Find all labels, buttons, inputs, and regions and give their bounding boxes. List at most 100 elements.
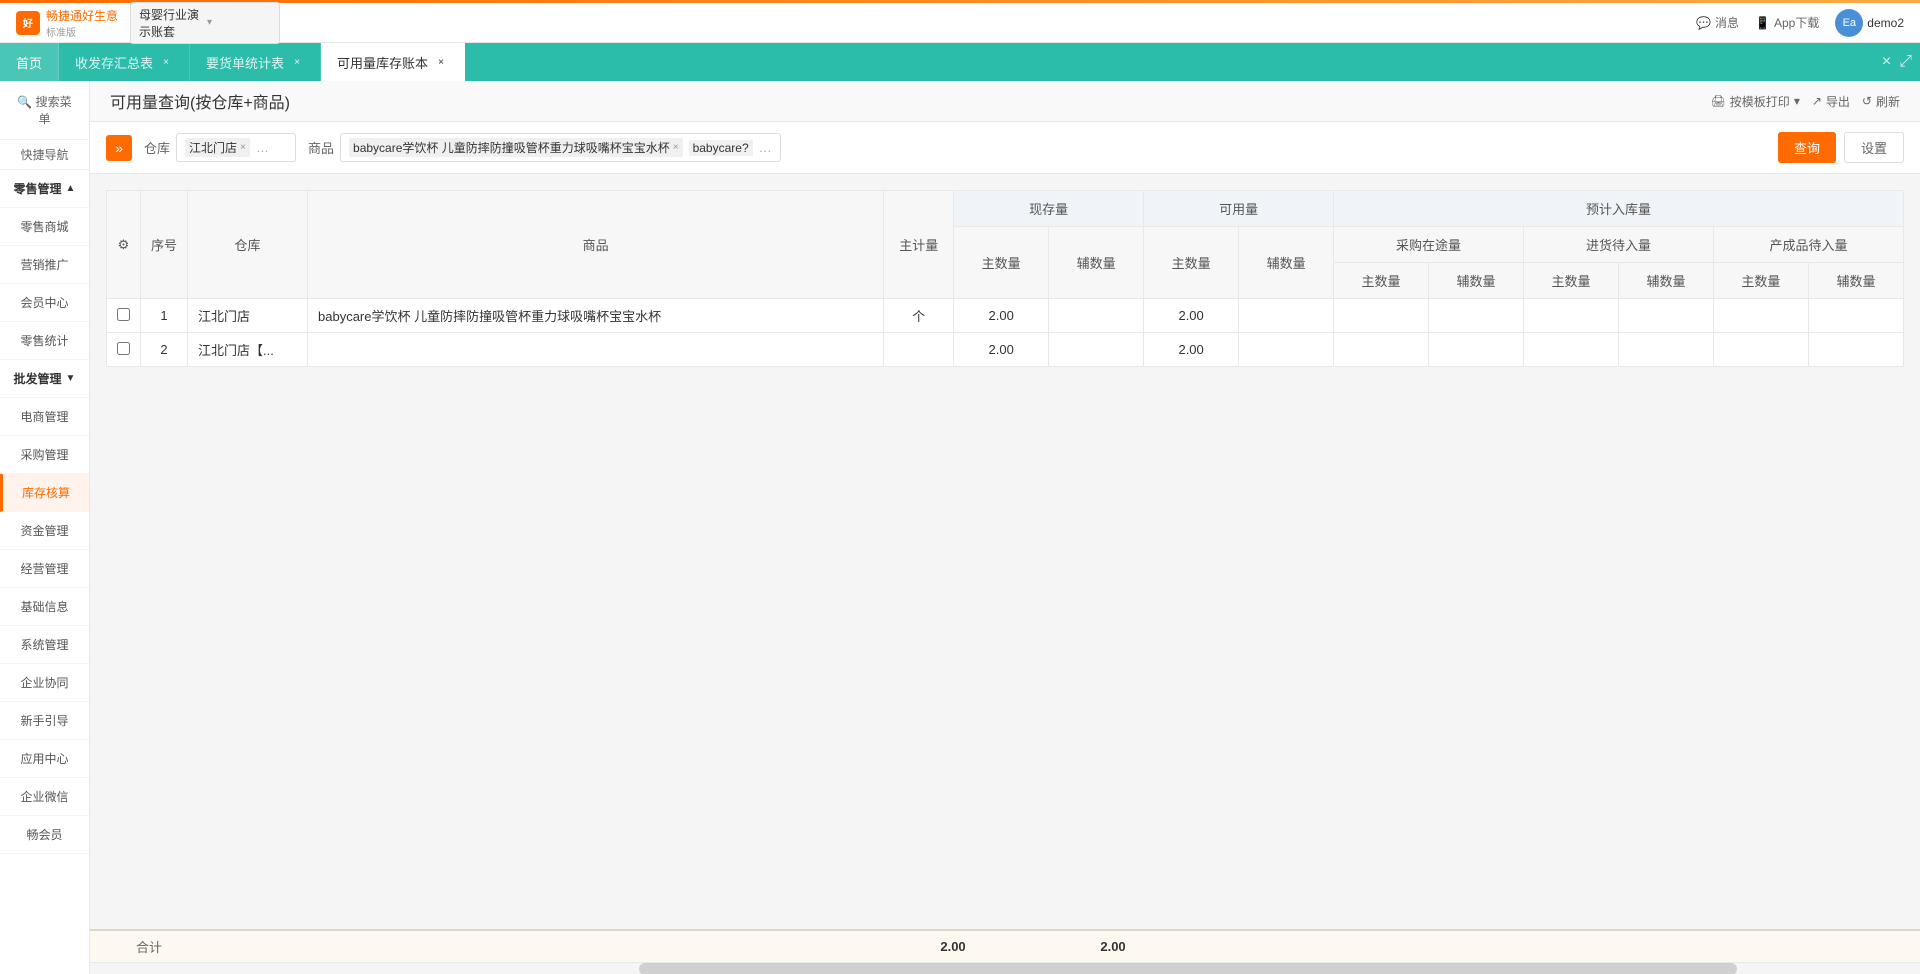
tab-available-close[interactable]: × <box>434 55 448 69</box>
tab-home-label: 首页 <box>16 53 42 72</box>
store-selector[interactable]: 母婴行业演示账套 ▾ <box>130 2 280 44</box>
row-product-main <box>1713 333 1808 367</box>
settings-btn[interactable]: 设置 <box>1844 132 1904 163</box>
close-all-tabs-btn[interactable]: × <box>1882 53 1891 71</box>
logo-sub: 标准版 <box>46 24 118 39</box>
warehouse-filter: 仓库 江北门店 × … <box>144 133 296 162</box>
filter-toggle-btn[interactable]: » <box>106 135 132 161</box>
sidebar-item-wholesale-mgmt[interactable]: 批发管理 ▼ <box>0 360 89 398</box>
row-stock-main: 2.00 <box>954 299 1049 333</box>
chevron-down-icon: ▾ <box>207 17 271 28</box>
row-product-main <box>1713 299 1808 333</box>
sidebar-search-area: 🔍 搜索菜单 <box>0 81 89 140</box>
sidebar-item-operations[interactable]: 经营管理 <box>0 550 89 588</box>
row-product-sub <box>1808 333 1903 367</box>
tab-receive-close[interactable]: × <box>159 55 173 69</box>
sidebar-item-purchase[interactable]: 采购管理 <box>0 436 89 474</box>
sidebar-item-new-guide-label: 新手引导 <box>20 712 68 729</box>
page-header: 可用量查询(按仓库+商品) 🖨 按模板打印 ▾ ↗ 导出 ↺ 刷新 <box>90 81 1920 122</box>
row-checkbox[interactable] <box>107 333 141 367</box>
nav-tabs: 首页 收发存汇总表 × 要货单统计表 × 可用量库存账本 × × ⤢ <box>0 43 1920 81</box>
tab-home[interactable]: 首页 <box>0 43 59 81</box>
user-profile[interactable]: Ea demo2 <box>1835 9 1904 37</box>
sidebar-item-vip-member-label: 畅会员 <box>26 826 62 843</box>
restore-btn[interactable]: ⤢ <box>1899 53 1912 71</box>
export-btn[interactable]: ↗ 导出 <box>1812 93 1850 110</box>
scrollbar[interactable] <box>90 962 1920 974</box>
sidebar-item-enterprise[interactable]: 企业协同 <box>0 664 89 702</box>
sidebar-item-ecommerce[interactable]: 电商管理 <box>0 398 89 436</box>
row-product: babycare学饮杯 儿童防摔防撞吸管杯重力球吸嘴杯宝宝水杯 <box>308 299 884 333</box>
warehouse-tag-remove[interactable]: × <box>240 142 246 153</box>
col-purchase-in-sub: 辅数量 <box>1618 263 1713 299</box>
col-settings[interactable]: ⚙ <box>107 191 141 299</box>
row-unit: 个 <box>884 299 954 333</box>
sidebar-item-new-guide[interactable]: 新手引导 <box>0 702 89 740</box>
row-purchase-in-main <box>1524 333 1619 367</box>
row-available-main: 2.00 <box>1144 333 1239 367</box>
sidebar-item-app-center-label: 应用中心 <box>20 750 68 767</box>
tab-available[interactable]: 可用量库存账本 × <box>321 43 465 81</box>
sidebar-item-members[interactable]: 会员中心 <box>0 284 89 322</box>
product-label: 商品 <box>308 138 334 157</box>
product-input[interactable]: babycare学饮杯 儿童防摔防撞吸管杯重力球吸嘴杯宝宝水杯 × babyca… <box>340 133 781 162</box>
tab-order-stats[interactable]: 要货单统计表 × <box>190 43 321 81</box>
sidebar-item-retail-mall[interactable]: 零售商城 <box>0 208 89 246</box>
chevron-down-icon: ▼ <box>66 373 76 384</box>
print-label: 按模板打印 <box>1730 93 1790 110</box>
tab-receive[interactable]: 收发存汇总表 × <box>59 43 190 81</box>
query-btn[interactable]: 查询 <box>1778 132 1836 163</box>
tab-available-label: 可用量库存账本 <box>337 53 428 72</box>
product-more[interactable]: … <box>759 140 772 155</box>
sidebar-item-finance-label: 资金管理 <box>20 522 68 539</box>
page-title: 可用量查询(按仓库+商品) <box>110 89 290 113</box>
sidebar-item-finance[interactable]: 资金管理 <box>0 512 89 550</box>
warehouse-more[interactable]: … <box>256 140 269 155</box>
row-available-sub <box>1239 299 1334 333</box>
col-purchase-transit-sub: 辅数量 <box>1429 263 1524 299</box>
row-available-sub <box>1239 333 1334 367</box>
logo-area: 好 畅捷通好生意 标准版 <box>16 7 118 39</box>
sidebar-item-purchase-label: 采购管理 <box>20 446 68 463</box>
app-download-btn[interactable]: 📱 App下载 <box>1755 14 1819 31</box>
search-menu-btn[interactable]: 🔍 搜索菜单 <box>8 89 81 131</box>
sidebar-item-system[interactable]: 系统管理 <box>0 626 89 664</box>
data-table: ⚙ 序号 仓库 商品 主计量 现存量 可用量 预计入库量 主数量 辅数量 主数量 <box>106 190 1904 367</box>
product-tag-1: babycare学饮杯 儿童防摔防撞吸管杯重力球吸嘴杯宝宝水杯 × <box>349 138 683 157</box>
product-filter: 商品 babycare学饮杯 儿童防摔防撞吸管杯重力球吸嘴杯宝宝水杯 × bab… <box>308 133 781 162</box>
print-btn[interactable]: 🖨 按模板打印 ▾ <box>1711 93 1800 110</box>
sidebar-item-marketing[interactable]: 营销推广 <box>0 246 89 284</box>
logo-text: 畅捷通好生意 <box>46 7 118 24</box>
download-label: App下载 <box>1774 14 1819 31</box>
quick-nav-btn[interactable]: 快捷导航 <box>0 140 89 170</box>
logo-info: 畅捷通好生意 标准版 <box>46 7 118 39</box>
product-tag-2: babycare? <box>689 140 753 156</box>
col-available-header: 可用量 <box>1144 191 1334 227</box>
sidebar-item-inventory[interactable]: 库存核算 <box>0 474 89 512</box>
sidebar-item-retail-stats[interactable]: 零售统计 <box>0 322 89 360</box>
tab-order-stats-close[interactable]: × <box>290 55 304 69</box>
row-purchase-sub <box>1429 333 1524 367</box>
warehouse-input[interactable]: 江北门店 × … <box>176 133 296 162</box>
sidebar-item-retail-mgmt[interactable]: 零售管理 ▲ <box>0 170 89 208</box>
col-purchase-transit-main: 主数量 <box>1334 263 1429 299</box>
sidebar-item-basic-info[interactable]: 基础信息 <box>0 588 89 626</box>
tab-receive-label: 收发存汇总表 <box>75 53 153 72</box>
row-warehouse: 江北门店【... <box>188 333 308 367</box>
row-stock-sub <box>1049 333 1144 367</box>
col-purchase-transit-header: 采购在途量 <box>1334 227 1524 263</box>
row-checkbox[interactable] <box>107 299 141 333</box>
summary-stock-main: 2.00 <box>913 939 993 954</box>
refresh-btn[interactable]: ↺ 刷新 <box>1862 93 1900 110</box>
message-btn[interactable]: 💬 消息 <box>1696 14 1739 31</box>
row-product <box>308 333 884 367</box>
product-tag-1-remove[interactable]: × <box>673 142 679 153</box>
sidebar: 🔍 搜索菜单 快捷导航 零售管理 ▲ 零售商城 营销推广 会员中心 零售统计 批… <box>0 81 90 974</box>
sidebar-item-system-label: 系统管理 <box>20 636 68 653</box>
table-footer: 合计 2.00 2.00 <box>90 929 1920 962</box>
double-arrow-icon: » <box>115 140 123 156</box>
sidebar-item-vip-member[interactable]: 畅会员 <box>0 816 89 854</box>
sidebar-item-app-center[interactable]: 应用中心 <box>0 740 89 778</box>
sidebar-item-retail-stats-label: 零售统计 <box>20 332 68 349</box>
sidebar-item-enterprise-wechat[interactable]: 企业微信 <box>0 778 89 816</box>
